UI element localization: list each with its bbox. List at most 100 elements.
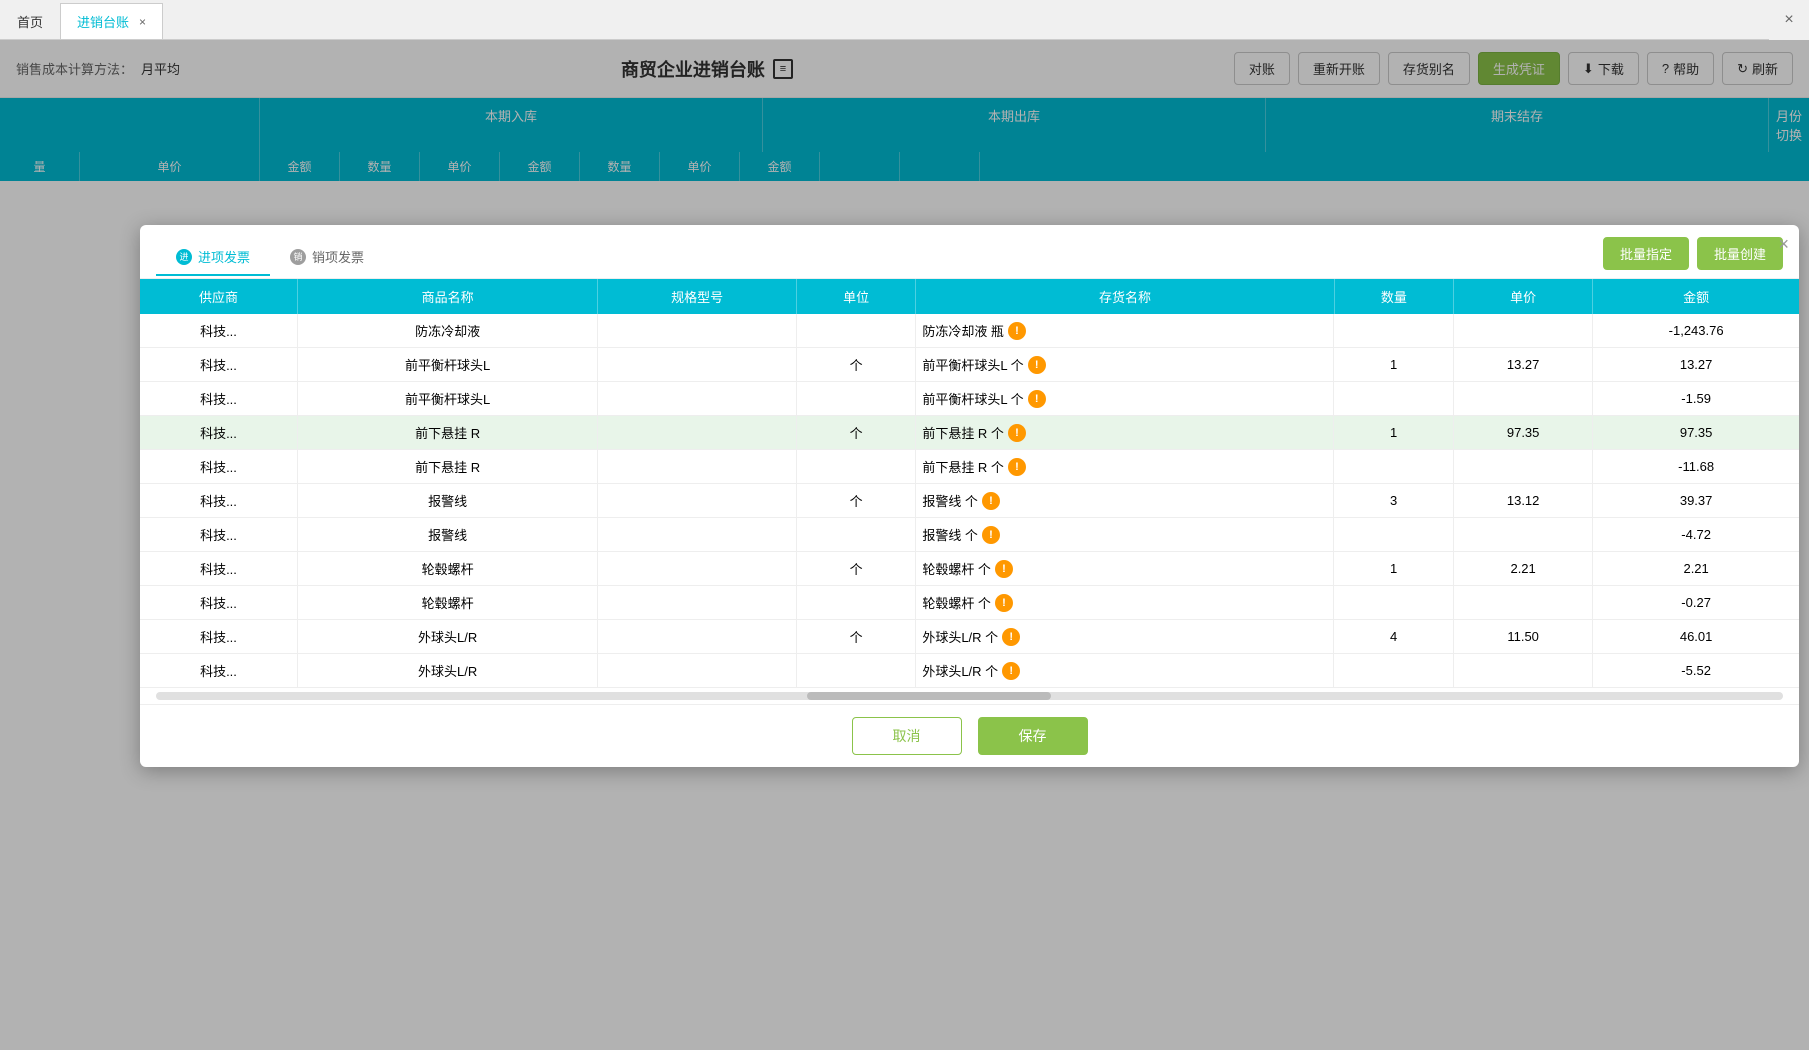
outgoing-invoice-label: 销项发票	[312, 247, 364, 266]
table-cell	[1334, 450, 1453, 484]
warning-icon: !	[1002, 628, 1020, 646]
table-row: 科技...前下悬挂 R个前下悬挂 R 个!197.3597.35	[140, 416, 1799, 450]
table-cell: 1	[1334, 552, 1453, 586]
dialog-header-actions: 批量指定 批量创建	[1603, 237, 1783, 278]
tab-bar: 首页 进销台账 × ×	[0, 0, 1809, 40]
table-cell: -5.52	[1593, 654, 1799, 688]
table-cell: -0.27	[1593, 586, 1799, 620]
table-cell: 1	[1334, 348, 1453, 382]
inventory-name-cell: 报警线 个!	[916, 518, 1334, 551]
table-cell: 科技...	[140, 518, 297, 552]
table-cell: 13.12	[1454, 484, 1593, 518]
table-cell: 报警线	[297, 484, 597, 518]
table-cell: -1.59	[1593, 382, 1799, 416]
warning-icon: !	[1008, 424, 1026, 442]
table-cell	[598, 416, 797, 450]
table-cell: 1	[1334, 416, 1453, 450]
dialog-close-button[interactable]: ×	[1778, 235, 1789, 253]
dialog-table-container: 供应商 商品名称 规格型号 单位 存货名称 数量 单价 金额 科技...防冻冷却…	[140, 279, 1799, 704]
table-cell: 报警线	[297, 518, 597, 552]
warning-icon: !	[1008, 458, 1026, 476]
table-cell: 13.27	[1454, 348, 1593, 382]
table-cell: 外球头L/R	[297, 620, 597, 654]
warning-icon: !	[995, 594, 1013, 612]
inventory-name-cell: 前下悬挂 R 个!	[916, 450, 1334, 483]
dialog-footer: 取消 保存	[140, 704, 1799, 767]
table-cell: 前平衡杆球头L	[297, 382, 597, 416]
save-button[interactable]: 保存	[978, 717, 1088, 755]
table-cell: 科技...	[140, 654, 297, 688]
scrollbar-thumb	[807, 692, 1051, 700]
table-row: 科技...轮毂螺杆轮毂螺杆 个!-0.27	[140, 586, 1799, 620]
table-cell	[598, 620, 797, 654]
table-cell: 轮毂螺杆	[297, 552, 597, 586]
table-row: 科技...前下悬挂 R前下悬挂 R 个!-11.68	[140, 450, 1799, 484]
tab-incoming-invoice[interactable]: 进 进项发票	[156, 239, 270, 276]
batch-assign-button[interactable]: 批量指定	[1603, 237, 1689, 270]
table-header-row: 供应商 商品名称 规格型号 单位 存货名称 数量 单价 金额	[140, 279, 1799, 314]
incoming-invoice-label: 进项发票	[198, 247, 250, 266]
inventory-name-cell: 外球头L/R 个!	[916, 654, 1334, 687]
table-cell	[1454, 518, 1593, 552]
table-cell: 11.50	[1454, 620, 1593, 654]
warning-icon: !	[982, 526, 1000, 544]
table-row: 科技...前平衡杆球头L个前平衡杆球头L 个!113.2713.27	[140, 348, 1799, 382]
table-cell: 97.35	[1454, 416, 1593, 450]
table-row: 科技...轮毂螺杆个轮毂螺杆 个!12.212.21	[140, 552, 1799, 586]
inventory-name-cell: 轮毂螺杆 个!	[916, 552, 1334, 585]
tab-outgoing-invoice[interactable]: 销 销项发票	[270, 239, 384, 276]
col-inventory-name: 存货名称	[916, 279, 1334, 314]
tab-ledger-close[interactable]: ×	[139, 15, 146, 29]
table-cell: 科技...	[140, 484, 297, 518]
table-cell: 科技...	[140, 382, 297, 416]
table-row: 科技...报警线 报警线 个! -4.72	[140, 518, 1799, 552]
table-cell	[797, 586, 916, 620]
window-close-button[interactable]: ×	[1769, 0, 1809, 40]
table-cell	[598, 484, 797, 518]
warning-icon: !	[995, 560, 1013, 578]
table-cell: 科技...	[140, 620, 297, 654]
outgoing-invoice-icon: 销	[290, 249, 306, 265]
table-cell	[598, 654, 797, 688]
warning-icon: !	[1028, 390, 1046, 408]
table-cell: 外球头L/R	[297, 654, 597, 688]
table-cell: 科技...	[140, 552, 297, 586]
table-cell: 个	[797, 416, 916, 450]
warning-icon: !	[1008, 322, 1026, 340]
tab-home-label: 首页	[17, 12, 43, 31]
invoice-dialog: 进 进项发票 销 销项发票 批量指定 批量创建 × 供应商 商品名称 规格型号	[140, 225, 1799, 767]
tab-home[interactable]: 首页	[0, 3, 60, 39]
table-cell	[1334, 586, 1453, 620]
cancel-button[interactable]: 取消	[852, 717, 962, 755]
horizontal-scrollbar[interactable]	[156, 692, 1783, 700]
table-row: 科技...报警线个报警线 个!313.1239.37	[140, 484, 1799, 518]
table-cell: 个	[797, 620, 916, 654]
col-supplier: 供应商	[140, 279, 297, 314]
table-cell	[598, 314, 797, 348]
table-cell	[598, 382, 797, 416]
table-cell: -11.68	[1593, 450, 1799, 484]
tab-ledger[interactable]: 进销台账 ×	[60, 3, 163, 39]
dialog-header: 进 进项发票 销 销项发票 批量指定 批量创建 ×	[140, 225, 1799, 279]
inventory-name-cell: 前平衡杆球头L 个!	[916, 382, 1334, 415]
table-cell: -4.72	[1593, 518, 1799, 552]
table-row: 科技...外球头L/R 个外球头L/R 个!411.5046.01	[140, 620, 1799, 654]
incoming-invoice-icon: 进	[176, 249, 192, 265]
table-cell	[1334, 382, 1453, 416]
table-cell: 2.21	[1454, 552, 1593, 586]
table-cell	[797, 654, 916, 688]
batch-create-button[interactable]: 批量创建	[1697, 237, 1783, 270]
table-cell: 46.01	[1593, 620, 1799, 654]
table-cell: 个	[797, 552, 916, 586]
table-cell: 4	[1334, 620, 1453, 654]
table-cell: 科技...	[140, 314, 297, 348]
inventory-name-cell: 前下悬挂 R 个!	[916, 416, 1334, 449]
table-cell	[1454, 586, 1593, 620]
inventory-name-cell: 轮毂螺杆 个!	[916, 586, 1334, 619]
table-cell	[1334, 314, 1453, 348]
inventory-name-cell: 报警线 个!	[916, 484, 1334, 517]
table-cell	[598, 586, 797, 620]
table-cell: 97.35	[1593, 416, 1799, 450]
inventory-name-cell: 外球头L/R 个!	[916, 620, 1334, 653]
table-cell: 3	[1334, 484, 1453, 518]
